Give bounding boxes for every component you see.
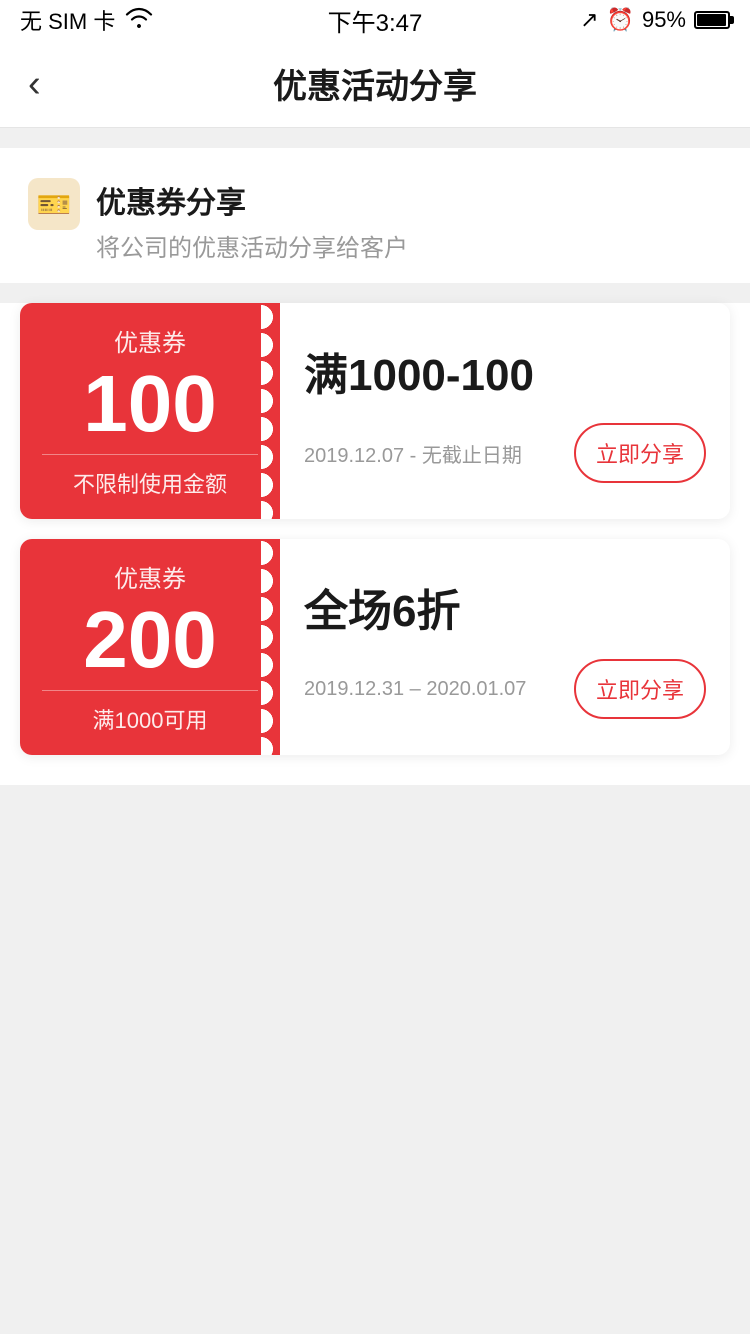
coupon-meta-2: 2019.12.31 – 2020.01.07 立即分享 <box>304 659 706 719</box>
back-button[interactable]: ‹ <box>28 65 41 103</box>
status-bar-time: 下午3:47 <box>328 3 423 38</box>
coupon-card-1: 优惠券 100 不限制使用金额 满1000-100 2019.12.07 - 无… <box>20 303 730 519</box>
alarm-icon: ⏰ <box>607 7 634 33</box>
coupon-list: 优惠券 100 不限制使用金额 满1000-100 2019.12.07 - 无… <box>0 303 750 785</box>
status-bar: 无 SIM 卡 下午3:47 ↗ ⏰ 95% <box>0 0 750 40</box>
page-title: 优惠活动分享 <box>273 59 477 108</box>
coupon-icon-emoji: 🎫 <box>37 188 72 221</box>
location-icon: ↗ <box>580 7 598 33</box>
section-text: 优惠券分享 将公司的优惠活动分享给客户 <box>96 178 408 263</box>
section-title: 优惠券分享 <box>96 178 408 222</box>
coupon-amount-1: 100 <box>83 364 216 444</box>
coupon-divider-1 <box>42 454 258 455</box>
section-header: 🎫 优惠券分享 将公司的优惠活动分享给客户 <box>0 148 750 283</box>
status-bar-left: 无 SIM 卡 <box>20 4 153 36</box>
coupon-meta-1: 2019.12.07 - 无截止日期 立即分享 <box>304 423 706 483</box>
coupon-date-1: 2019.12.07 - 无截止日期 <box>304 439 522 468</box>
status-bar-right: ↗ ⏰ 95% <box>580 7 730 33</box>
coupon-right-1: 满1000-100 2019.12.07 - 无截止日期 立即分享 <box>280 303 730 519</box>
nav-bar: ‹ 优惠活动分享 <box>0 40 750 128</box>
coupon-left-1: 优惠券 100 不限制使用金额 <box>20 303 280 519</box>
wifi-icon <box>125 6 153 34</box>
share-button-1[interactable]: 立即分享 <box>574 423 706 483</box>
coupon-date-2: 2019.12.31 – 2020.01.07 <box>304 678 526 701</box>
section-subtitle: 将公司的优惠活动分享给客户 <box>96 228 408 263</box>
share-button-2[interactable]: 立即分享 <box>574 659 706 719</box>
carrier-text: 无 SIM 卡 <box>20 4 115 36</box>
battery-icon <box>694 11 730 29</box>
coupon-label-1: 优惠券 <box>114 323 186 358</box>
coupon-card-2: 优惠券 200 满1000可用 全场6折 2019.12.31 – 2020.0… <box>20 539 730 755</box>
section-icon: 🎫 <box>28 178 80 230</box>
coupon-left-2: 优惠券 200 满1000可用 <box>20 539 280 755</box>
coupon-condition-1: 不限制使用金额 <box>73 467 227 499</box>
battery-percent: 95% <box>642 7 686 33</box>
coupon-condition-2: 满1000可用 <box>93 703 208 735</box>
coupon-amount-2: 200 <box>83 600 216 680</box>
coupon-right-2: 全场6折 2019.12.31 – 2020.01.07 立即分享 <box>280 539 730 755</box>
coupon-title-2: 全场6折 <box>304 575 706 639</box>
coupon-label-2: 优惠券 <box>114 559 186 594</box>
coupon-title-1: 满1000-100 <box>304 339 706 403</box>
coupon-divider-2 <box>42 690 258 691</box>
